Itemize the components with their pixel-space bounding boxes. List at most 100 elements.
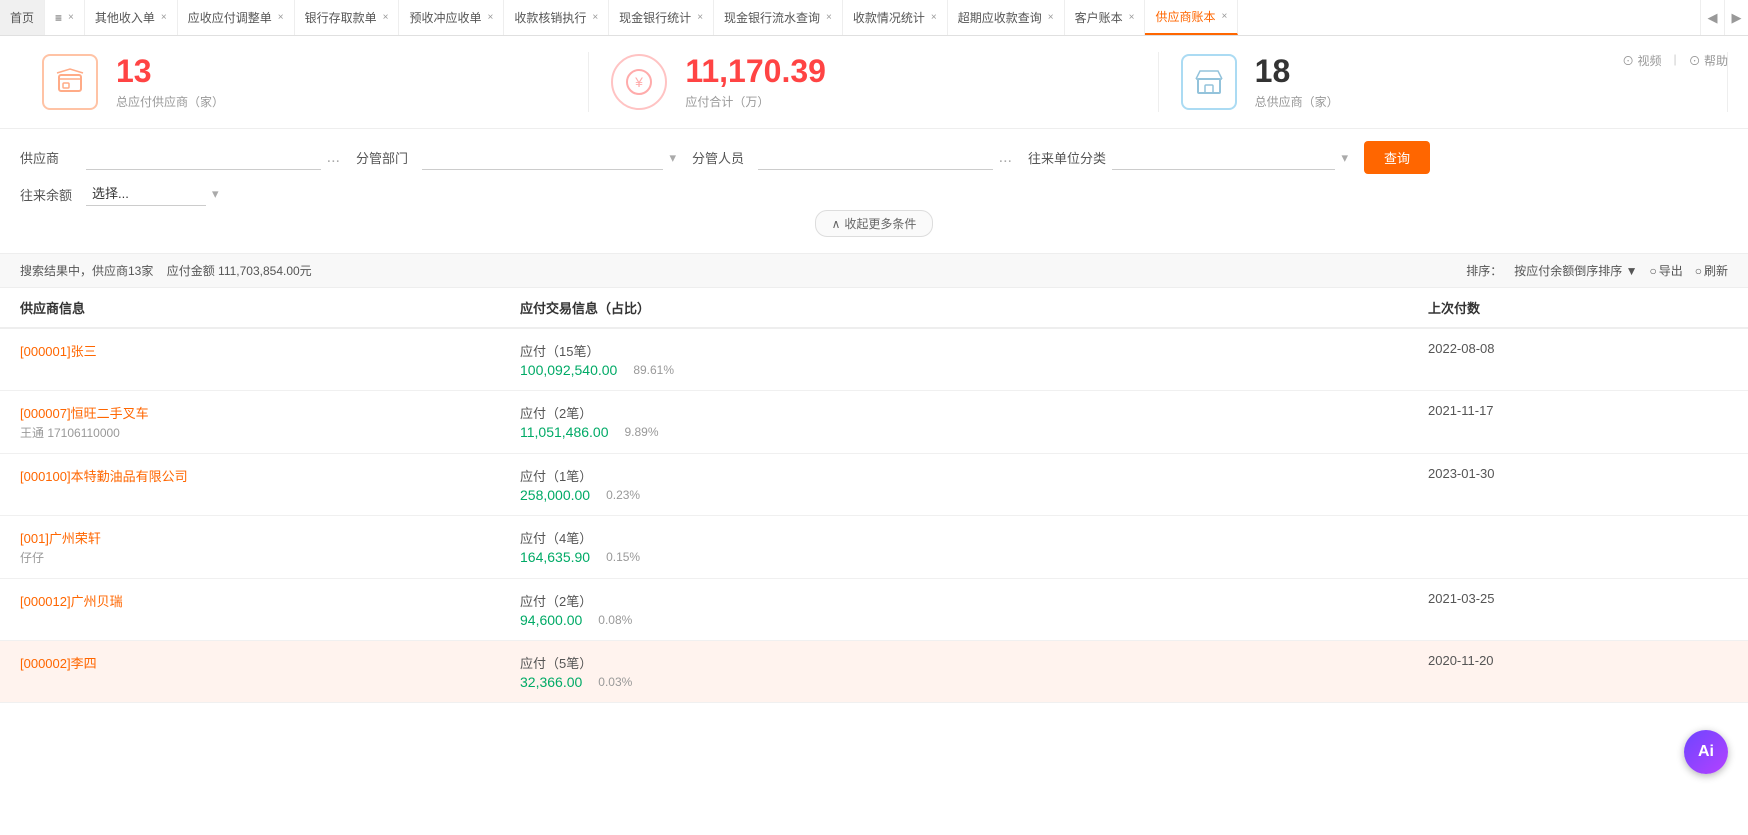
query-button[interactable]: 查询 [1364,141,1430,174]
nav-receipt-stat[interactable]: 收款情况统计 × [843,0,948,35]
nav-menu[interactable]: ≡ × [45,0,85,35]
person-filter: 分管人员 ... [692,146,1012,170]
supplier-link[interactable]: [000001]张三 [20,344,97,359]
result-bar-actions: 排序： 按应付余额倒序排序 ▼ ○ 导出 ○ 刷新 [1466,262,1728,279]
export-icon: ○ [1649,264,1656,278]
nav-ar-ap-adjust[interactable]: 应收应付调整单 × [178,0,295,35]
summary-ap-amount: ¥ 11,170.39 应付合计（万） [589,52,1158,112]
tx-amount-link[interactable]: 100,092,540.00 [520,362,617,378]
ap-suppliers-value: 13 [116,54,224,89]
supplier-info-cell: [000001]张三 [20,341,520,362]
person-input[interactable] [758,146,993,170]
tx-type: 应付（15笔） [520,341,599,360]
last-pay-cell: 2021-11-17 [1428,403,1728,418]
close-icon[interactable]: × [592,12,598,23]
nav-overdue-ar[interactable]: 超期应收款查询 × [948,0,1065,35]
supplier-icon [42,54,98,110]
last-pay-date: 2022-08-08 [1428,341,1495,356]
close-icon[interactable]: × [1221,11,1227,22]
total-suppliers-icon [1179,52,1239,112]
close-icon[interactable]: × [487,12,493,23]
close-icon[interactable]: × [1129,12,1135,23]
tx-amount-link[interactable]: 164,635.90 [520,549,590,565]
nav-supplier-ledger[interactable]: 供应商账本 × [1145,0,1238,35]
nav-other-income[interactable]: 其他收入单 × [85,0,178,35]
close-icon[interactable]: × [931,12,937,23]
person-dots-icon[interactable]: ... [999,149,1012,167]
tx-amount-link[interactable]: 32,366.00 [520,674,582,690]
supplier-filter-label: 供应商 [20,148,80,167]
balance-filter: 往来余额 选择... ▾ [20,182,219,206]
category-filter: 往来单位分类 ▾ [1028,146,1348,170]
tx-percent: 0.23% [606,488,640,502]
col-last-pay: 上次付数 [1428,298,1728,317]
dept-filter-label: 分管部门 [356,148,416,167]
top-navigation: 首页 ≡ × 其他收入单 × 应收应付调整单 × 银行存取款单 × 预收冲应收单… [0,0,1748,36]
table-row: [000012]广州贝瑞 应付（2笔） 94,600.00 0.08% 2021… [0,579,1748,641]
table-row: [000100]本特勤油品有限公司 应付（1笔） 258,000.00 0.23… [0,454,1748,516]
tx-row: 应付（2笔） [520,403,1428,422]
close-icon[interactable]: × [383,12,389,23]
supplier-link[interactable]: [001]广州荣轩 [20,531,101,546]
dept-dropdown-icon: ▾ [669,150,676,166]
supplier-input[interactable] [86,146,321,170]
tx-amount-row: 164,635.90 0.15% [520,549,1428,565]
export-button[interactable]: ○ 导出 [1649,262,1682,279]
filter-area: 供应商 ... 分管部门 ▾ 分管人员 ... 往来单位分类 ▾ 查询 往来余额 [0,129,1748,254]
refresh-icon: ○ [1695,264,1702,278]
ap-amount-label: 应付合计（万） [685,93,826,110]
tx-percent: 9.89% [625,425,659,439]
tx-type: 应付（2笔） [520,403,592,422]
tx-type: 应付（2笔） [520,591,592,610]
close-icon[interactable]: × [1048,12,1054,23]
supplier-dots-icon[interactable]: ... [327,149,340,167]
balance-select[interactable]: 选择... [86,182,206,206]
table-row: [000001]张三 应付（15笔） 100,092,540.00 89.61%… [0,329,1748,391]
close-icon[interactable]: × [826,12,832,23]
supplier-link[interactable]: [000012]广州贝瑞 [20,594,123,609]
nav-arrows: ◀ ▶ [1700,0,1748,36]
help-link[interactable]: ⊙ 帮助 [1689,52,1728,69]
nav-customer-ledger[interactable]: 客户账本 × [1065,0,1146,35]
tx-amount-row: 94,600.00 0.08% [520,612,1428,628]
sort-dropdown[interactable]: 按应付余额倒序排序 ▼ [1514,262,1637,279]
close-icon[interactable]: × [161,12,167,23]
supplier-link[interactable]: [000002]李四 [20,656,97,671]
supplier-link[interactable]: [000100]本特勤油品有限公司 [20,469,188,484]
dept-select[interactable] [422,146,663,170]
supplier-info-cell: [001]广州荣轩 仔仔 [20,528,520,566]
tx-percent: 0.08% [598,613,632,627]
nav-cash-bank-flow[interactable]: 现金银行流水查询 × [714,0,843,35]
video-link[interactable]: ⊙ 视频 [1622,52,1661,69]
category-select[interactable] [1112,146,1335,170]
col-tx-info: 应付交易信息（占比） [520,298,1428,317]
ai-badge[interactable]: Ai [1684,730,1728,774]
filter-row-1: 供应商 ... 分管部门 ▾ 分管人员 ... 往来单位分类 ▾ 查询 [20,141,1728,174]
col-supplier-info: 供应商信息 [20,298,520,317]
refresh-button[interactable]: ○ 刷新 [1695,262,1728,279]
close-icon[interactable]: × [68,12,74,23]
ap-suppliers-icon [40,52,100,112]
nav-cash-bank-stat[interactable]: 现金银行统计 × [609,0,714,35]
nav-home[interactable]: 首页 [0,0,45,35]
tx-amount-link[interactable]: 11,051,486.00 [520,424,609,440]
tx-type: 应付（4笔） [520,528,592,547]
table-body: [000001]张三 应付（15笔） 100,092,540.00 89.61%… [0,329,1748,835]
ap-suppliers-content: 13 总应付供应商（家） [116,54,224,110]
nav-bank-deposit[interactable]: 银行存取款单 × [295,0,400,35]
nav-prepaid-ar[interactable]: 预收冲应收单 × [399,0,504,35]
last-pay-date: 2020-11-20 [1428,653,1494,668]
sort-dropdown-icon: ▼ [1626,264,1638,278]
close-icon[interactable]: × [697,12,703,23]
tx-amount-link[interactable]: 258,000.00 [520,487,590,503]
tx-amount-link[interactable]: 94,600.00 [520,612,582,628]
nav-next-button[interactable]: ▶ [1724,0,1748,36]
nav-prev-button[interactable]: ◀ [1700,0,1724,36]
supplier-info-cell: [000002]李四 [20,653,520,674]
collapse-button[interactable]: ∧ 收起更多条件 [815,210,934,237]
total-suppliers-value: 18 [1255,54,1339,89]
supplier-link[interactable]: [000007]恒旺二手叉车 [20,406,149,421]
result-bar: 搜索结果中，供应商13家 应付金额 111,703,854.00元 排序： 按应… [0,254,1748,288]
nav-receipt-verify[interactable]: 收款核销执行 × [504,0,609,35]
close-icon[interactable]: × [278,12,284,23]
